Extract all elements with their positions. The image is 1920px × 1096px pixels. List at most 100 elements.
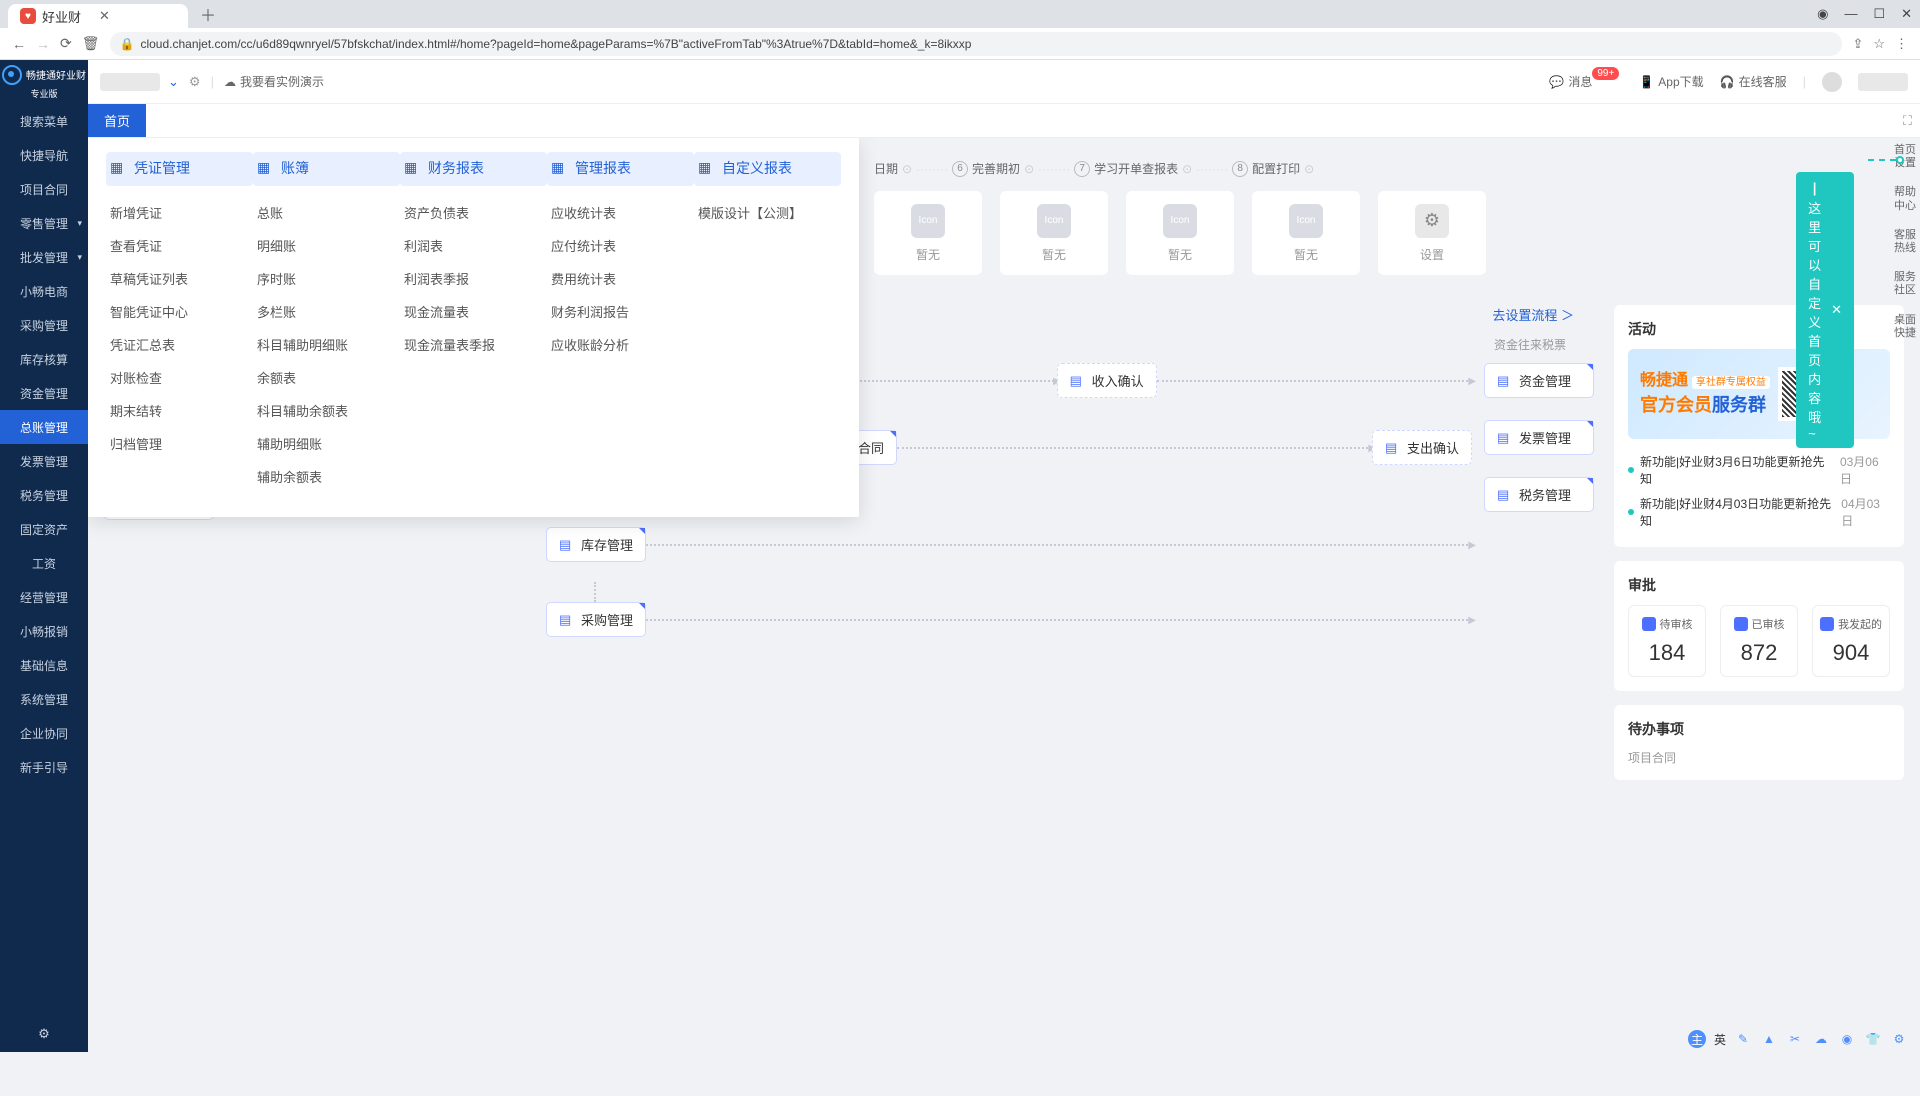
flyout-item-2-4[interactable]: 现金流量表季报: [400, 328, 547, 361]
tray-cloud-icon[interactable]: ☁: [1812, 1030, 1830, 1048]
flyout-item-1-2[interactable]: 序时账: [253, 262, 400, 295]
flyout-item-3-4[interactable]: 应收账龄分析: [547, 328, 694, 361]
forward-icon[interactable]: →: [36, 36, 50, 52]
shortcut-card-0[interactable]: Icon暂无: [874, 191, 982, 275]
tray-target-icon[interactable]: ◉: [1838, 1030, 1856, 1048]
browser-tab[interactable]: ♥ 好业财 ✕: [8, 4, 188, 28]
tray-person-icon[interactable]: ▲: [1760, 1030, 1778, 1048]
flyout-item-2-3[interactable]: 现金流量表: [400, 295, 547, 328]
flyout-item-0-5[interactable]: 对账检查: [106, 361, 253, 394]
flow-box-taxmgmt[interactable]: ▤税务管理: [1484, 477, 1594, 512]
sidebar-item-10[interactable]: 发票管理: [0, 444, 88, 478]
bookmark-icon[interactable]: ☆: [1873, 36, 1885, 52]
sidebar-item-2[interactable]: 项目合同: [0, 172, 88, 206]
shortcut-card-1[interactable]: Icon暂无: [1000, 191, 1108, 275]
messages-link[interactable]: 💬 消息 99+: [1549, 73, 1623, 90]
flyout-item-2-0[interactable]: 资产负债表: [400, 196, 547, 229]
tray-shirt-icon[interactable]: 👕: [1864, 1030, 1882, 1048]
sidebar-item-8[interactable]: 资金管理: [0, 376, 88, 410]
sidebar-item-3[interactable]: 零售管理▾: [0, 206, 88, 240]
flyout-item-0-2[interactable]: 草稿凭证列表: [106, 262, 253, 295]
news-item-1[interactable]: 新功能|好业财4月03日功能更新抢先知04月03日: [1628, 491, 1890, 533]
flyout-item-2-1[interactable]: 利润表: [400, 229, 547, 262]
approval-card-0[interactable]: 待审核184: [1628, 605, 1706, 677]
sidebar-item-1[interactable]: 快捷导航: [0, 138, 88, 172]
tray-gear-icon[interactable]: ⚙: [1890, 1030, 1908, 1048]
sidebar-settings-icon[interactable]: ⚙: [0, 1016, 88, 1052]
flyout-item-1-0[interactable]: 总账: [253, 196, 400, 229]
sidebar-item-7[interactable]: 库存核算: [0, 342, 88, 376]
flyout-item-1-7[interactable]: 辅助明细账: [253, 427, 400, 460]
flyout-item-3-2[interactable]: 费用统计表: [547, 262, 694, 295]
sidebar-item-14[interactable]: 经营管理: [0, 580, 88, 614]
flyout-item-0-6[interactable]: 期末结转: [106, 394, 253, 427]
settings-card[interactable]: ⚙设置: [1378, 191, 1486, 275]
new-tab-button[interactable]: ＋: [200, 2, 216, 26]
sidebar-item-9[interactable]: 总账管理: [0, 410, 88, 444]
flyout-header-1[interactable]: ▦账簿: [253, 152, 400, 186]
close-tab-icon[interactable]: ✕: [99, 8, 110, 24]
download-link[interactable]: 📱 App下载: [1639, 73, 1703, 90]
support-link[interactable]: 🎧 在线客服: [1720, 73, 1787, 90]
sidebar-item-5[interactable]: 小畅电商: [0, 274, 88, 308]
flyout-item-2-2[interactable]: 利润表季报: [400, 262, 547, 295]
sidebar-item-15[interactable]: 小畅报销: [0, 614, 88, 648]
approval-card-2[interactable]: 我发起的904: [1812, 605, 1890, 677]
close-tip-icon[interactable]: ✕: [1831, 302, 1842, 318]
tab-home[interactable]: 首页: [88, 104, 146, 137]
flow-box-income-confirm[interactable]: ▤收入确认: [1057, 363, 1157, 398]
flyout-item-3-0[interactable]: 应收统计表: [547, 196, 694, 229]
flyout-header-2[interactable]: ▦财务报表: [400, 152, 547, 186]
shortcut-card-3[interactable]: Icon暂无: [1252, 191, 1360, 275]
close-window-icon[interactable]: ✕: [1901, 6, 1912, 22]
sidebar-item-6[interactable]: 采购管理: [0, 308, 88, 342]
delete-icon[interactable]: 🗑: [82, 35, 100, 52]
sidebar-item-19[interactable]: 新手引导: [0, 750, 88, 784]
tray-pen-icon[interactable]: ✎: [1734, 1030, 1752, 1048]
news-item-0[interactable]: 新功能|好业财3月6日功能更新抢先知03月06日: [1628, 449, 1890, 491]
rail-item-1[interactable]: 帮助中心: [1892, 180, 1918, 218]
flyout-header-0[interactable]: ▦凭证管理: [106, 152, 253, 186]
back-icon[interactable]: ←: [12, 36, 26, 52]
minimize-icon[interactable]: —: [1844, 6, 1857, 22]
ime-indicator[interactable]: 英: [1714, 1031, 1726, 1048]
settings-icon[interactable]: ⚙: [189, 74, 201, 90]
tray-app-icon[interactable]: 主: [1688, 1030, 1706, 1048]
flow-box-expend-confirm[interactable]: ▤支出确认: [1372, 430, 1472, 465]
flyout-item-1-5[interactable]: 余额表: [253, 361, 400, 394]
flyout-header-3[interactable]: ▦管理报表: [547, 152, 694, 186]
flyout-item-0-0[interactable]: 新增凭证: [106, 196, 253, 229]
flyout-item-0-1[interactable]: 查看凭证: [106, 229, 253, 262]
flyout-item-1-3[interactable]: 多栏账: [253, 295, 400, 328]
flyout-item-1-6[interactable]: 科目辅助余额表: [253, 394, 400, 427]
rail-item-4[interactable]: 桌面快捷: [1892, 308, 1918, 346]
flyout-item-1-4[interactable]: 科目辅助明细账: [253, 328, 400, 361]
share-icon[interactable]: ⇪: [1852, 36, 1863, 52]
shortcut-card-2[interactable]: Icon暂无: [1126, 191, 1234, 275]
sidebar-item-0[interactable]: 搜索菜单: [0, 104, 88, 138]
rail-item-3[interactable]: 服务社区: [1892, 265, 1918, 303]
sidebar-item-12[interactable]: 固定资产: [0, 512, 88, 546]
flyout-item-0-4[interactable]: 凭证汇总表: [106, 328, 253, 361]
fullscreen-icon[interactable]: ⛶: [1903, 113, 1912, 129]
account-icon[interactable]: ◉: [1817, 6, 1828, 22]
flyout-item-0-3[interactable]: 智能凭证中心: [106, 295, 253, 328]
sidebar-item-13[interactable]: 工资: [0, 546, 88, 580]
demo-link[interactable]: ☁ 我要看实例演示: [224, 73, 324, 90]
flow-box-fund[interactable]: ▤资金管理: [1484, 363, 1594, 398]
flow-box-invoice[interactable]: ▤发票管理: [1484, 420, 1594, 455]
sidebar-item-4[interactable]: 批发管理▾: [0, 240, 88, 274]
sidebar-item-17[interactable]: 系统管理: [0, 682, 88, 716]
sidebar-item-16[interactable]: 基础信息: [0, 648, 88, 682]
maximize-icon[interactable]: ☐: [1873, 6, 1885, 22]
flyout-item-3-3[interactable]: 财务利润报告: [547, 295, 694, 328]
avatar[interactable]: [1822, 72, 1842, 92]
sidebar-item-11[interactable]: 税务管理: [0, 478, 88, 512]
flow-box-stock[interactable]: ▤库存管理: [546, 527, 646, 562]
flyout-item-4-0[interactable]: 模版设计【公测】: [694, 196, 841, 229]
flow-box-purchase[interactable]: ▤采购管理: [546, 602, 646, 637]
tray-scissors-icon[interactable]: ✂: [1786, 1030, 1804, 1048]
sidebar-item-18[interactable]: 企业协同: [0, 716, 88, 750]
approval-card-1[interactable]: 已审核872: [1720, 605, 1798, 677]
flyout-item-1-1[interactable]: 明细账: [253, 229, 400, 262]
